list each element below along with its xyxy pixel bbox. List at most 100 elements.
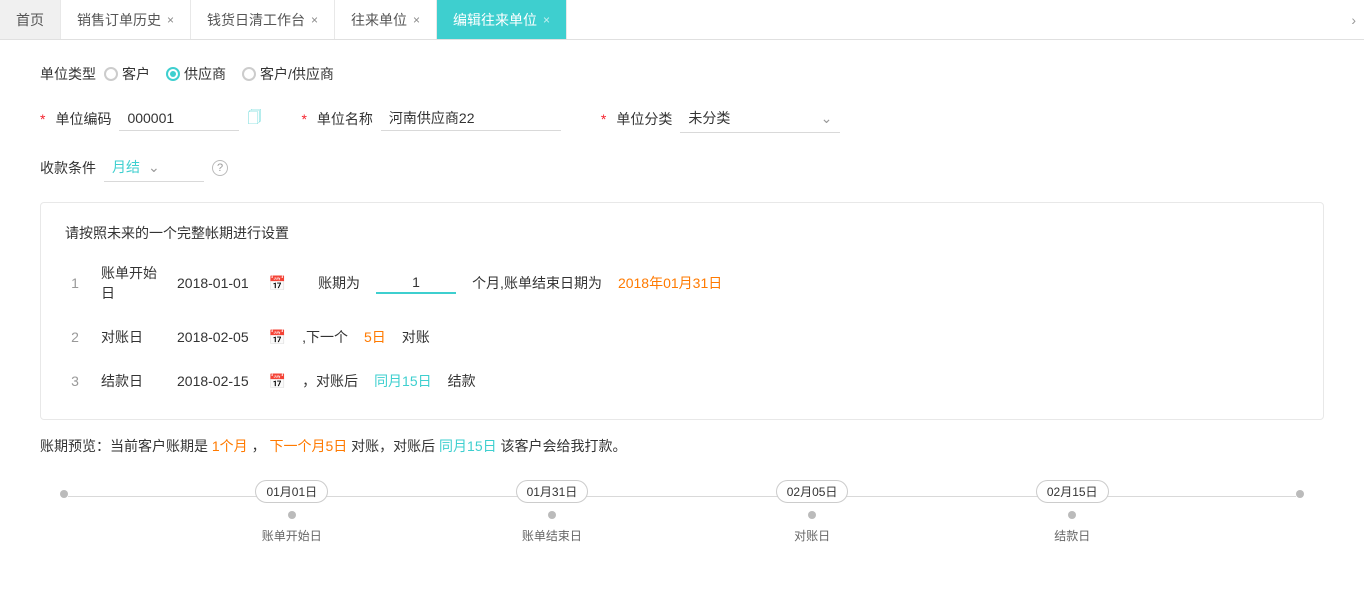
unit-type-radio-group: 客户 供应商 客户/供应商 bbox=[104, 64, 334, 84]
payment-condition-row: 收款条件 月结 ⌄ ? bbox=[40, 153, 1324, 182]
tab-edit-partner[interactable]: 编辑往来单位 × bbox=[437, 0, 567, 39]
radio-supplier[interactable]: 供应商 bbox=[166, 64, 226, 84]
period-num-1: 1 bbox=[65, 275, 85, 291]
unit-category-dropdown[interactable]: 未分类 ⌄ bbox=[680, 104, 840, 133]
tab-cash-work-close[interactable]: × bbox=[311, 13, 318, 27]
period-label-1: 账单开始日 bbox=[101, 263, 161, 303]
period-row-2: 2 对账日 2018-02-05 📅 ,下一个 5日 对账 bbox=[65, 327, 1299, 347]
tab-home-label: 首页 bbox=[16, 10, 44, 30]
tab-edit-partner-label: 编辑往来单位 bbox=[453, 10, 537, 30]
unit-category-label: 单位分类 bbox=[616, 109, 672, 129]
period-date-2: 2018-02-05 bbox=[177, 329, 249, 345]
preview-end: 该客户会给我打款。 bbox=[501, 438, 627, 454]
unit-category-value: 未分类 bbox=[688, 108, 730, 128]
preview-part3: 同月15日 bbox=[439, 438, 497, 454]
tab-bar: 首页 销售订单历史 × 钱货日清工作台 × 往来单位 × 编辑往来单位 × › bbox=[0, 0, 1364, 40]
unit-code-icon[interactable]: 🗍 bbox=[247, 107, 261, 131]
period-text-3a: ，对账后 bbox=[302, 371, 358, 391]
unit-code-input[interactable] bbox=[119, 106, 239, 131]
timeline-label-3: 对账日 bbox=[794, 527, 830, 544]
timeline-dot-right bbox=[1296, 490, 1304, 498]
period-text-2a: ,下一个 bbox=[302, 327, 348, 347]
unit-name-group: * 单位名称 bbox=[301, 106, 560, 131]
period-cal-3[interactable]: 📅 bbox=[269, 373, 286, 390]
period-cal-2[interactable]: 📅 bbox=[269, 329, 286, 346]
period-row-1: 1 账单开始日 2018-01-01 📅 账期为 个月,账单结束日期为 2018… bbox=[65, 263, 1299, 303]
preview-mid: 对账，对账后 bbox=[351, 438, 435, 454]
radio-supplier-circle bbox=[166, 67, 180, 81]
radio-both[interactable]: 客户/供应商 bbox=[242, 64, 334, 84]
timeline-dot-3 bbox=[808, 511, 816, 519]
timeline-point-3: 02月05日 对账日 bbox=[776, 480, 849, 544]
radio-customer[interactable]: 客户 bbox=[104, 64, 150, 84]
radio-customer-circle bbox=[104, 67, 118, 81]
timeline-right-dot bbox=[1296, 490, 1304, 498]
timeline-wrapper: 01月01日 账单开始日 01月31日 账单结束日 02月05日 对账日 02月… bbox=[40, 480, 1324, 544]
preview-section: 账期预览：当前客户账期是 1个月 ， 下一个月5日 对账，对账后 同月15日 该… bbox=[40, 420, 1324, 480]
payment-condition-value: 月结 bbox=[112, 157, 140, 177]
timeline-point-1: 01月01日 账单开始日 bbox=[255, 480, 328, 544]
period-section-box: 请按照未来的一个完整帐期进行设置 1 账单开始日 2018-01-01 📅 账期… bbox=[40, 202, 1324, 420]
tab-partner-list[interactable]: 往来单位 × bbox=[335, 0, 437, 39]
unit-category-chevron: ⌄ bbox=[821, 110, 833, 127]
period-end-date-1: 2018年01月31日 bbox=[618, 273, 722, 293]
section-title: 请按照未来的一个完整帐期进行设置 bbox=[65, 223, 1299, 243]
unit-code-star: * bbox=[40, 111, 45, 127]
tab-edit-partner-close[interactable]: × bbox=[543, 13, 550, 27]
tab-partner-list-close[interactable]: × bbox=[413, 13, 420, 27]
period-date-3: 2018-02-15 bbox=[177, 373, 249, 389]
timeline-dot-left bbox=[60, 490, 68, 498]
radio-supplier-label: 供应商 bbox=[184, 64, 226, 84]
period-row-3: 3 结款日 2018-02-15 📅 ，对账后 同月15日 结款 bbox=[65, 371, 1299, 391]
period-text-3b: 结款 bbox=[448, 371, 476, 391]
timeline-points: 01月01日 账单开始日 01月31日 账单结束日 02月05日 对账日 02月… bbox=[60, 480, 1304, 544]
payment-condition-help[interactable]: ? bbox=[212, 160, 228, 176]
preview-label: 账期预览：当前客户账期是 bbox=[40, 438, 208, 454]
timeline-badge-1: 01月01日 bbox=[255, 480, 328, 503]
period-cal-1[interactable]: 📅 bbox=[269, 275, 286, 292]
timeline-label-2: 账单结束日 bbox=[522, 527, 582, 544]
timeline-label-1: 账单开始日 bbox=[262, 527, 322, 544]
timeline-point-4: 02月15日 结款日 bbox=[1036, 480, 1109, 544]
timeline-badge-3: 02月05日 bbox=[776, 480, 849, 503]
unit-name-star: * bbox=[301, 111, 306, 127]
unit-code-label: 单位编码 bbox=[55, 109, 111, 129]
period-highlight-2: 5日 bbox=[364, 327, 386, 347]
timeline-point-2: 01月31日 账单结束日 bbox=[516, 480, 589, 544]
unit-code-group: * 单位编码 🗍 bbox=[40, 106, 261, 131]
period-text-2b: 对账 bbox=[402, 327, 430, 347]
preview-part1: 1个月 bbox=[212, 438, 248, 454]
radio-customer-label: 客户 bbox=[122, 64, 150, 84]
preview-sep1: ， bbox=[252, 438, 266, 454]
payment-condition-dropdown[interactable]: 月结 ⌄ bbox=[104, 153, 204, 182]
period-text-1a: 账期为 bbox=[318, 273, 360, 293]
tab-sales-history-label: 销售订单历史 bbox=[77, 10, 161, 30]
period-num-3: 3 bbox=[65, 373, 85, 389]
tab-home[interactable]: 首页 bbox=[0, 0, 61, 39]
tab-sales-history[interactable]: 销售订单历史 × bbox=[61, 0, 191, 39]
unit-type-row: 单位类型 客户 供应商 客户/供应商 bbox=[40, 64, 1324, 84]
period-highlight-3: 同月15日 bbox=[374, 371, 432, 391]
period-label-3: 结款日 bbox=[101, 371, 161, 391]
timeline-dot-4 bbox=[1068, 511, 1076, 519]
unit-name-input[interactable] bbox=[381, 106, 561, 131]
tab-cash-work-label: 钱货日清工作台 bbox=[207, 10, 305, 30]
tab-partner-list-label: 往来单位 bbox=[351, 10, 407, 30]
preview-part2: 下一个月5日 bbox=[269, 438, 347, 454]
tab-more-arrow[interactable]: › bbox=[1343, 0, 1364, 39]
tab-cash-work[interactable]: 钱货日清工作台 × bbox=[191, 0, 335, 39]
unit-type-label: 单位类型 bbox=[40, 64, 96, 84]
unit-category-group: * 单位分类 未分类 ⌄ bbox=[601, 104, 840, 133]
payment-condition-chevron: ⌄ bbox=[148, 159, 160, 176]
radio-both-label: 客户/供应商 bbox=[260, 64, 334, 84]
period-label-2: 对账日 bbox=[101, 327, 161, 347]
unit-category-star: * bbox=[601, 111, 606, 127]
tab-sales-history-close[interactable]: × bbox=[167, 13, 174, 27]
payment-condition-label: 收款条件 bbox=[40, 158, 96, 178]
timeline-dot-1 bbox=[288, 511, 296, 519]
period-text-1b: 个月,账单结束日期为 bbox=[472, 273, 602, 293]
timeline-label-4: 结款日 bbox=[1054, 527, 1090, 544]
timeline-left-dot bbox=[60, 490, 68, 498]
main-content: 单位类型 客户 供应商 客户/供应商 * 单位编码 🗍 * 单位名称 bbox=[0, 40, 1364, 608]
period-months-input[interactable] bbox=[376, 272, 456, 294]
